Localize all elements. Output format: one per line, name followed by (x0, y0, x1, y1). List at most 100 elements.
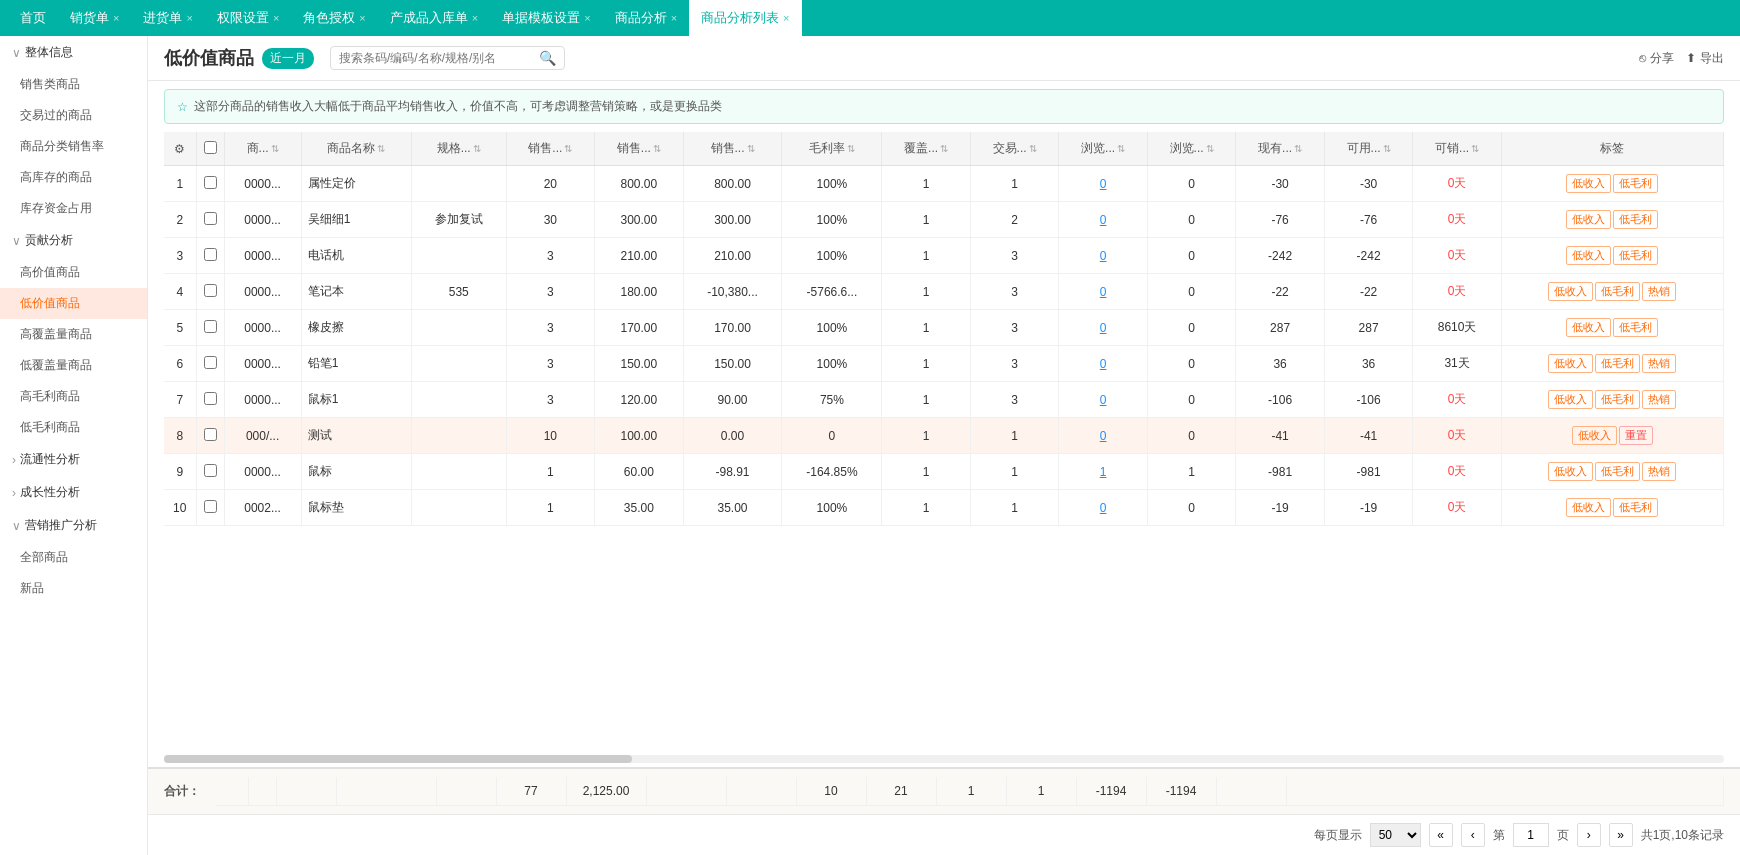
row-checkbox-cell[interactable] (196, 382, 224, 418)
sidebar-item-high-margin[interactable]: 高毛利商品 (0, 381, 147, 412)
row-checkbox[interactable] (204, 392, 217, 405)
sidebar-section-overall[interactable]: ∨ 整体信息 (0, 36, 147, 69)
page-input[interactable] (1513, 823, 1549, 847)
row-checkbox-cell[interactable] (196, 274, 224, 310)
close-purchase-tab[interactable]: × (186, 12, 192, 24)
prev-page-button[interactable]: ‹ (1461, 823, 1485, 847)
col-amount[interactable]: 销售...⇅ (683, 132, 782, 166)
close-list-tab[interactable]: × (783, 12, 789, 24)
col-settings[interactable]: ⚙ (164, 132, 196, 166)
row-checkbox[interactable] (204, 248, 217, 261)
col-checkbox[interactable] (196, 132, 224, 166)
row-checkbox-cell[interactable] (196, 238, 224, 274)
row-checkbox-cell[interactable] (196, 418, 224, 454)
row-checkbox[interactable] (204, 428, 217, 441)
row-checkbox[interactable] (204, 356, 217, 369)
last-page-button[interactable]: » (1609, 823, 1633, 847)
nav-product-analysis[interactable]: 商品分析 × (603, 0, 689, 36)
row-browse1[interactable]: 0 (1059, 238, 1148, 274)
nav-product-analysis-list[interactable]: 商品分析列表 × (689, 0, 801, 36)
sidebar-section-growth[interactable]: › 成长性分析 (0, 476, 147, 509)
col-browse1[interactable]: 浏览...⇅ (1059, 132, 1148, 166)
row-checkbox-cell[interactable] (196, 346, 224, 382)
col-gross[interactable]: 毛利率⇅ (782, 132, 882, 166)
row-browse1[interactable]: 0 (1059, 382, 1148, 418)
sidebar-item-sales-products[interactable]: 销售类商品 (0, 69, 147, 100)
row-browse1[interactable]: 0 (1059, 418, 1148, 454)
nav-product-inbound[interactable]: 产成品入库单 × (378, 0, 490, 36)
close-inbound-tab[interactable]: × (472, 12, 478, 24)
row-checkbox[interactable] (204, 212, 217, 225)
date-badge[interactable]: 近一月 (262, 48, 314, 69)
col-coverage[interactable]: 覆盖...⇅ (882, 132, 971, 166)
per-page-select[interactable]: 50 20 100 (1370, 823, 1421, 847)
sidebar-item-high-coverage[interactable]: 高覆盖量商品 (0, 319, 147, 350)
table-container[interactable]: ⚙ 商...⇅ 商品名称⇅ 规格...⇅ 销售...⇅ 销售...⇅ 销售...… (148, 132, 1740, 755)
browse-link[interactable]: 0 (1100, 249, 1107, 263)
row-browse1[interactable]: 0 (1059, 202, 1148, 238)
row-checkbox-cell[interactable] (196, 310, 224, 346)
browse-link[interactable]: 0 (1100, 357, 1107, 371)
col-name[interactable]: 商品名称⇅ (301, 132, 411, 166)
col-tags[interactable]: 标签 (1501, 132, 1723, 166)
col-trade[interactable]: 交易...⇅ (970, 132, 1059, 166)
sidebar-item-all-products[interactable]: 全部商品 (0, 542, 147, 573)
row-checkbox[interactable] (204, 464, 217, 477)
export-button[interactable]: ⬆ 导出 (1686, 50, 1724, 67)
browse-link[interactable]: 0 (1100, 177, 1107, 191)
col-code[interactable]: 商...⇅ (224, 132, 301, 166)
browse-link[interactable]: 0 (1100, 501, 1107, 515)
browse-link[interactable]: 0 (1100, 393, 1107, 407)
row-checkbox[interactable] (204, 176, 217, 189)
row-checkbox-cell[interactable] (196, 454, 224, 490)
close-analysis-tab[interactable]: × (671, 12, 677, 24)
search-input[interactable] (339, 51, 539, 65)
browse-link[interactable]: 0 (1100, 321, 1107, 335)
select-all-checkbox[interactable] (204, 141, 217, 154)
sidebar-item-category-rate[interactable]: 商品分类销售率 (0, 131, 147, 162)
nav-sales[interactable]: 销货单 × (58, 0, 131, 36)
col-sellable[interactable]: 可销...⇅ (1413, 132, 1502, 166)
col-avail[interactable]: 可用...⇅ (1324, 132, 1413, 166)
sidebar-section-contribution[interactable]: ∨ 贡献分析 (0, 224, 147, 257)
col-browse2[interactable]: 浏览...⇅ (1147, 132, 1236, 166)
row-browse1[interactable]: 0 (1059, 310, 1148, 346)
row-browse1[interactable]: 0 (1059, 166, 1148, 202)
row-browse1[interactable]: 0 (1059, 274, 1148, 310)
close-permissions-tab[interactable]: × (273, 12, 279, 24)
sidebar-item-low-margin[interactable]: 低毛利商品 (0, 412, 147, 443)
close-role-tab[interactable]: × (359, 12, 365, 24)
nav-home[interactable]: 首页 (8, 0, 58, 36)
row-browse1[interactable]: 0 (1059, 346, 1148, 382)
search-icon[interactable]: 🔍 (539, 50, 556, 66)
nav-permissions[interactable]: 权限设置 × (205, 0, 291, 36)
share-button[interactable]: ⎋ 分享 (1639, 50, 1674, 67)
sidebar-item-new-products[interactable]: 新品 (0, 573, 147, 604)
row-checkbox-cell[interactable] (196, 202, 224, 238)
sidebar-section-flow[interactable]: › 流通性分析 (0, 443, 147, 476)
col-price[interactable]: 销售...⇅ (595, 132, 684, 166)
sidebar-item-stock-capital[interactable]: 库存资金占用 (0, 193, 147, 224)
nav-purchase[interactable]: 进货单 × (131, 0, 204, 36)
scrollbar-thumb[interactable] (164, 755, 632, 763)
row-checkbox-cell[interactable] (196, 490, 224, 526)
row-checkbox[interactable] (204, 284, 217, 297)
sidebar-item-low-value[interactable]: 低价值商品 (0, 288, 147, 319)
sidebar-item-high-value[interactable]: 高价值商品 (0, 257, 147, 288)
browse-link[interactable]: 1 (1100, 465, 1107, 479)
close-sales-tab[interactable]: × (113, 12, 119, 24)
first-page-button[interactable]: « (1429, 823, 1453, 847)
browse-link[interactable]: 0 (1100, 213, 1107, 227)
nav-template[interactable]: 单据模板设置 × (490, 0, 602, 36)
browse-link[interactable]: 0 (1100, 285, 1107, 299)
browse-link[interactable]: 0 (1100, 429, 1107, 443)
sidebar-item-traded[interactable]: 交易过的商品 (0, 100, 147, 131)
row-checkbox-cell[interactable] (196, 166, 224, 202)
col-qty[interactable]: 销售...⇅ (506, 132, 595, 166)
row-browse1[interactable]: 0 (1059, 490, 1148, 526)
sidebar-item-low-coverage[interactable]: 低覆盖量商品 (0, 350, 147, 381)
row-checkbox[interactable] (204, 500, 217, 513)
horizontal-scrollbar[interactable] (164, 755, 1724, 763)
row-checkbox[interactable] (204, 320, 217, 333)
sidebar-item-high-stock[interactable]: 高库存的商品 (0, 162, 147, 193)
